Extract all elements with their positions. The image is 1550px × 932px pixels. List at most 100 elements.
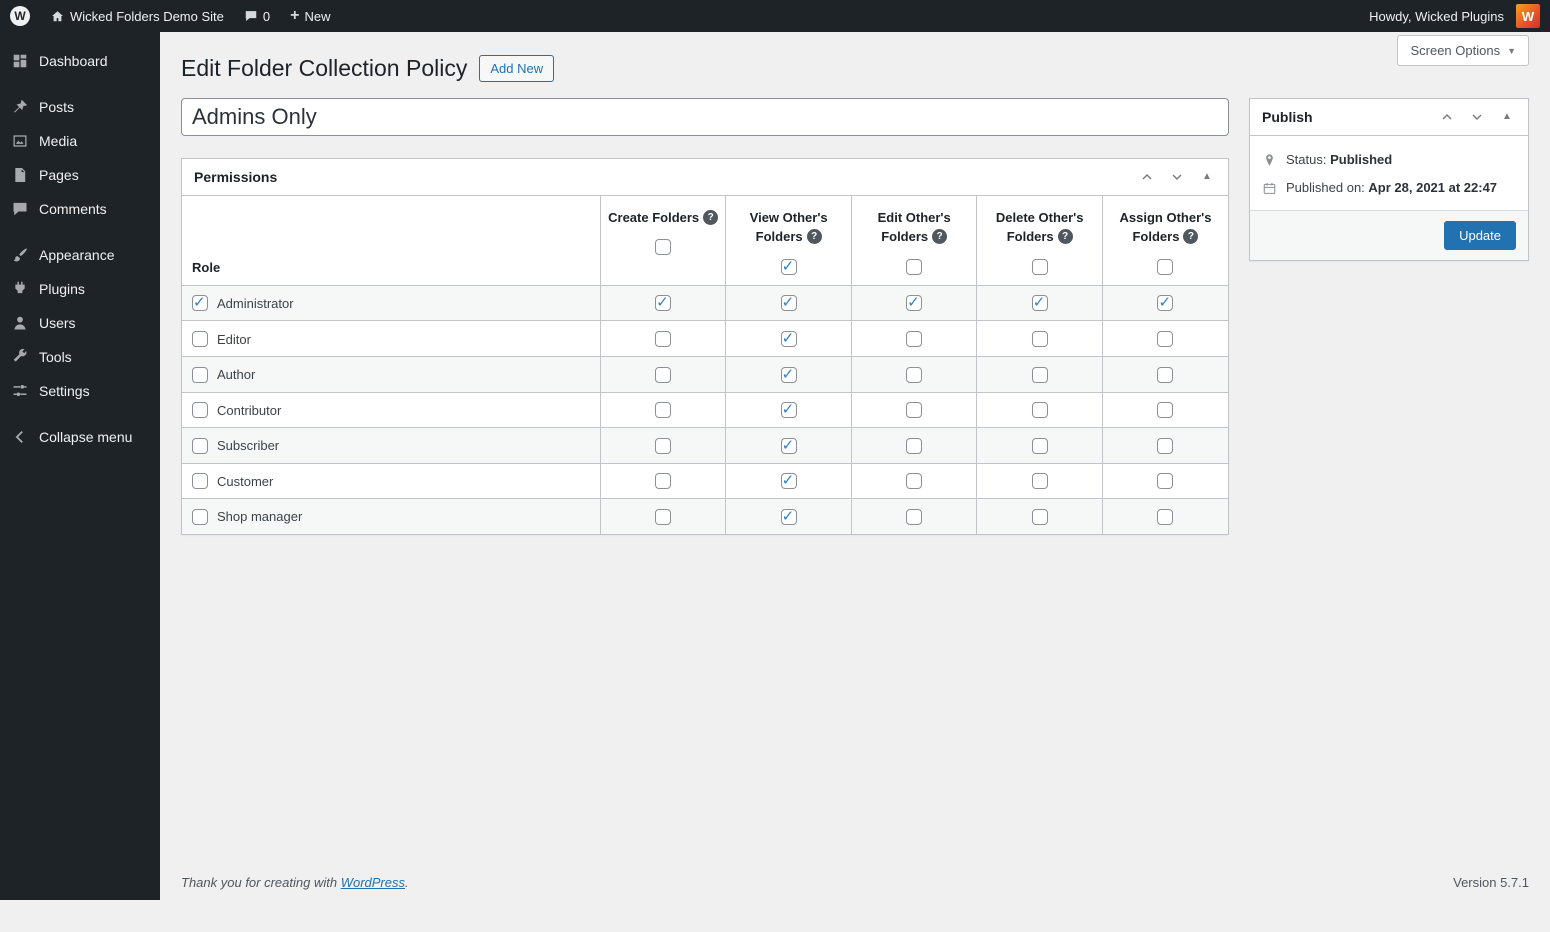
permission-checkbox[interactable] bbox=[781, 295, 797, 311]
role-checkbox[interactable] bbox=[192, 473, 208, 489]
new-content-menu[interactable]: + New bbox=[280, 0, 340, 32]
permission-checkbox[interactable] bbox=[906, 509, 922, 525]
wp-logo-menu[interactable]: W bbox=[0, 0, 40, 32]
help-icon[interactable]: ? bbox=[703, 210, 718, 225]
sidebar-item-users[interactable]: Users bbox=[0, 306, 160, 340]
sidebar-item-label: Tools bbox=[39, 349, 72, 365]
sidebar-item-dashboard[interactable]: Dashboard bbox=[0, 44, 160, 78]
column-label: Create Folders? bbox=[607, 208, 720, 228]
role-checkbox[interactable] bbox=[192, 295, 208, 311]
account-menu[interactable]: Howdy, Wicked Plugins W bbox=[1359, 0, 1550, 32]
permission-checkbox[interactable] bbox=[1032, 367, 1048, 383]
permission-checkbox[interactable] bbox=[906, 367, 922, 383]
help-icon[interactable]: ? bbox=[1058, 229, 1073, 244]
permission-checkbox[interactable] bbox=[1157, 473, 1173, 489]
comments-count: 0 bbox=[263, 9, 270, 24]
role-cell: Customer bbox=[182, 463, 600, 499]
permission-checkbox[interactable] bbox=[1157, 402, 1173, 418]
permission-checkbox[interactable] bbox=[1032, 438, 1048, 454]
permission-checkbox[interactable] bbox=[781, 402, 797, 418]
help-icon[interactable]: ? bbox=[932, 229, 947, 244]
sidebar-item-pages[interactable]: Pages bbox=[0, 158, 160, 192]
permission-checkbox[interactable] bbox=[781, 331, 797, 347]
permission-checkbox[interactable] bbox=[1157, 295, 1173, 311]
permission-row: Editor bbox=[182, 321, 1228, 357]
permission-checkbox[interactable] bbox=[1032, 331, 1048, 347]
permission-checkbox[interactable] bbox=[1157, 367, 1173, 383]
role-checkbox[interactable] bbox=[192, 331, 208, 347]
permission-checkbox[interactable] bbox=[1157, 438, 1173, 454]
column-select-all-checkbox[interactable] bbox=[1157, 259, 1173, 275]
permission-checkbox[interactable] bbox=[1157, 331, 1173, 347]
screen-options-button[interactable]: Screen Options ▼ bbox=[1397, 35, 1529, 66]
permission-cell bbox=[977, 499, 1103, 534]
move-up-button[interactable] bbox=[1132, 162, 1162, 192]
permission-checkbox[interactable] bbox=[906, 402, 922, 418]
role-checkbox[interactable] bbox=[192, 509, 208, 525]
permission-checkbox[interactable] bbox=[906, 295, 922, 311]
wordpress-link[interactable]: WordPress bbox=[341, 875, 405, 890]
permission-checkbox[interactable] bbox=[655, 331, 671, 347]
update-button[interactable]: Update bbox=[1444, 221, 1516, 250]
permission-checkbox[interactable] bbox=[655, 402, 671, 418]
help-icon[interactable]: ? bbox=[1183, 229, 1198, 244]
admin-sidebar: Dashboard PostsMedia Pages Comments Appearan… bbox=[0, 32, 160, 900]
sidebar-item-media[interactable]: Media bbox=[0, 124, 160, 158]
permission-checkbox[interactable] bbox=[1032, 295, 1048, 311]
media-icon bbox=[10, 132, 30, 150]
permission-checkbox[interactable] bbox=[655, 367, 671, 383]
permission-checkbox[interactable] bbox=[1032, 473, 1048, 489]
toggle-panel-button[interactable]: ▲ bbox=[1192, 162, 1222, 192]
move-up-button[interactable] bbox=[1432, 102, 1462, 132]
permission-checkbox[interactable] bbox=[655, 473, 671, 489]
permission-checkbox[interactable] bbox=[1032, 509, 1048, 525]
role-checkbox[interactable] bbox=[192, 367, 208, 383]
permission-checkbox[interactable] bbox=[906, 331, 922, 347]
toggle-panel-button[interactable]: ▲ bbox=[1492, 102, 1522, 132]
footer-version: Version 5.7.1 bbox=[1453, 875, 1529, 890]
sidebar-item-comments[interactable]: Comments bbox=[0, 192, 160, 226]
role-cell: Contributor bbox=[182, 392, 600, 428]
permission-checkbox[interactable] bbox=[1157, 509, 1173, 525]
move-down-button[interactable] bbox=[1162, 162, 1192, 192]
permission-checkbox[interactable] bbox=[781, 509, 797, 525]
sidebar-item-plugins[interactable]: Plugins bbox=[0, 272, 160, 306]
permission-checkbox[interactable] bbox=[906, 438, 922, 454]
role-checkbox[interactable] bbox=[192, 402, 208, 418]
move-down-button[interactable] bbox=[1462, 102, 1492, 132]
help-icon[interactable]: ? bbox=[807, 229, 822, 244]
sidebar-item-appearance[interactable]: Appearance bbox=[0, 238, 160, 272]
role-cell: Subscriber bbox=[182, 428, 600, 464]
permission-checkbox[interactable] bbox=[906, 473, 922, 489]
permissions-title: Permissions bbox=[182, 159, 289, 195]
site-menu[interactable]: Wicked Folders Demo Site bbox=[40, 0, 234, 32]
permission-row: Shop manager bbox=[182, 499, 1228, 534]
permission-checkbox[interactable] bbox=[655, 509, 671, 525]
permission-checkbox[interactable] bbox=[781, 367, 797, 383]
publish-metabox: Publish ▲ bbox=[1249, 98, 1529, 261]
collapse-icon bbox=[10, 428, 30, 446]
column-select-all-checkbox[interactable] bbox=[906, 259, 922, 275]
permission-column-header: Edit Other's Folders? bbox=[851, 196, 977, 286]
sidebar-item-label: Pages bbox=[39, 167, 79, 183]
permission-checkbox[interactable] bbox=[655, 295, 671, 311]
sidebar-item-tools[interactable]: Tools bbox=[0, 340, 160, 374]
policy-title-input[interactable] bbox=[181, 98, 1229, 136]
permission-checkbox[interactable] bbox=[1032, 402, 1048, 418]
column-select-all-checkbox[interactable] bbox=[655, 239, 671, 255]
permission-cell bbox=[1102, 321, 1228, 357]
sidebar-item-label: Appearance bbox=[39, 247, 115, 263]
page-title: Edit Folder Collection Policy bbox=[181, 54, 467, 84]
comments-menu[interactable]: 0 bbox=[234, 0, 280, 32]
column-select-all-checkbox[interactable] bbox=[1032, 259, 1048, 275]
sidebar-item-collapse[interactable]: Collapse menu bbox=[0, 420, 160, 454]
column-select-all-checkbox[interactable] bbox=[781, 259, 797, 275]
permission-checkbox[interactable] bbox=[781, 473, 797, 489]
add-new-button[interactable]: Add New bbox=[479, 55, 554, 82]
role-checkbox[interactable] bbox=[192, 438, 208, 454]
sidebar-item-settings[interactable]: Settings bbox=[0, 374, 160, 408]
permission-checkbox[interactable] bbox=[781, 438, 797, 454]
permission-checkbox[interactable] bbox=[655, 438, 671, 454]
sidebar-item-posts[interactable]: Posts bbox=[0, 90, 160, 124]
permission-cell bbox=[977, 357, 1103, 393]
